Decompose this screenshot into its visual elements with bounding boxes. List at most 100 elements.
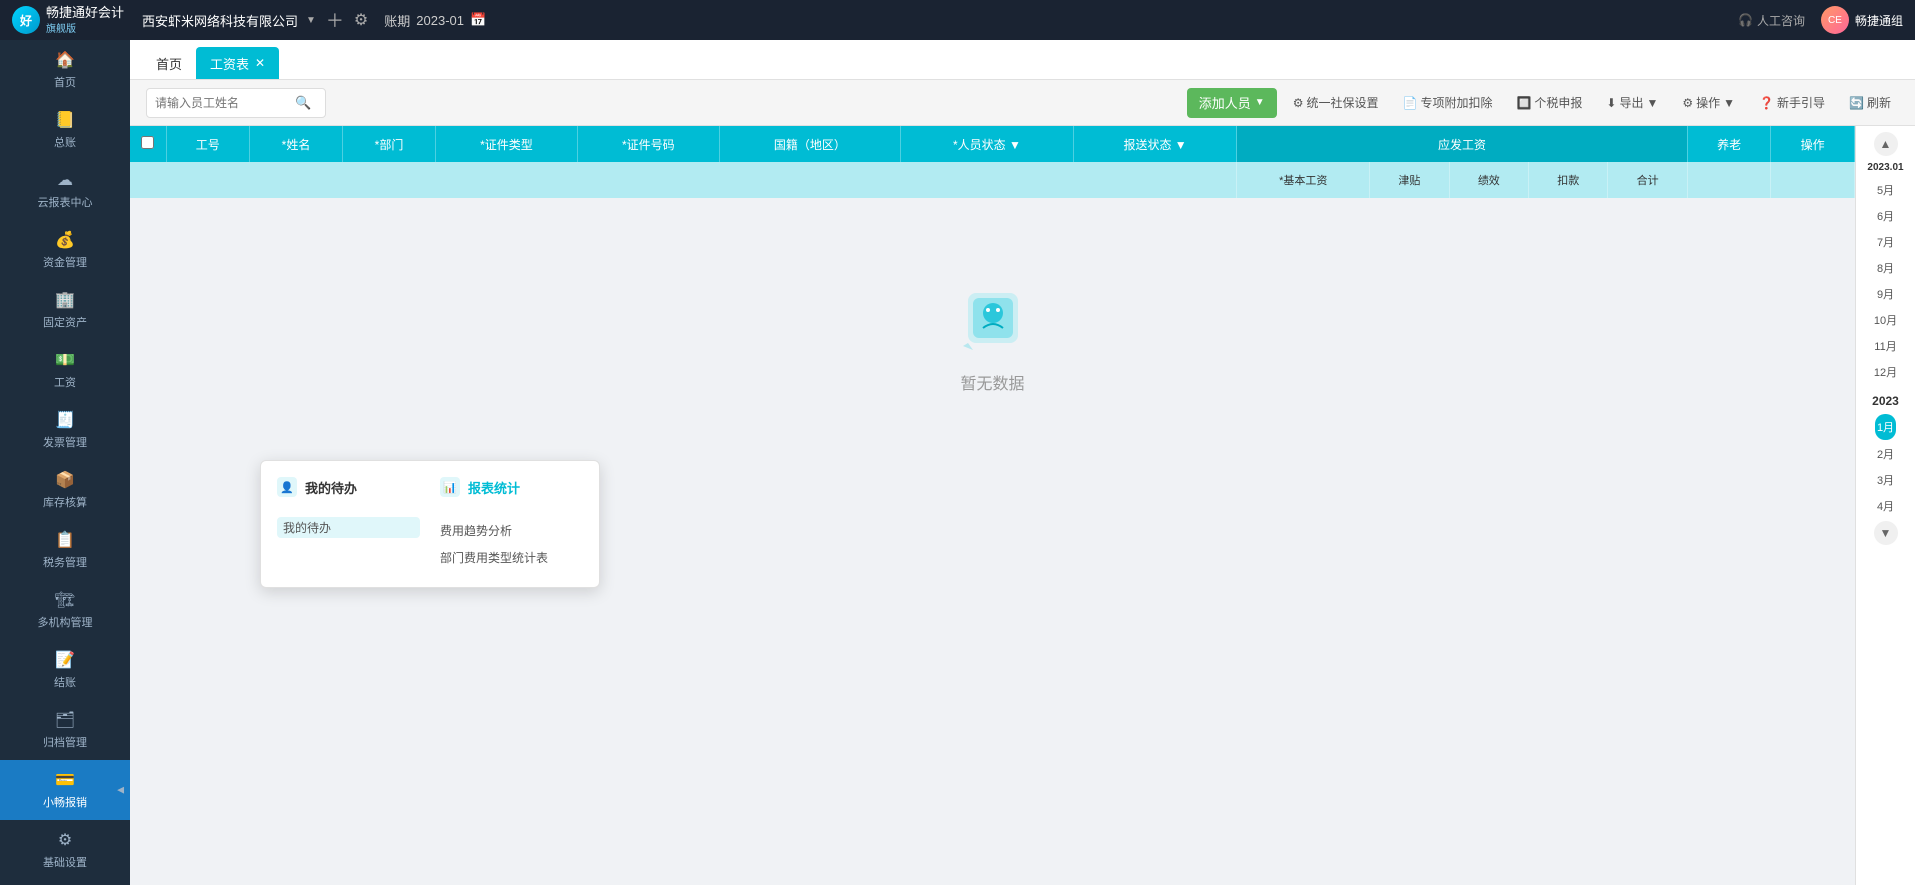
th-actions-sub	[1771, 162, 1855, 198]
logo-title: 畅捷通好会计	[46, 5, 124, 21]
th-checkbox[interactable]	[130, 126, 166, 162]
sidebar-item-tax[interactable]: 📋 税务管理	[0, 520, 130, 580]
submenu-cost-trend[interactable]: 费用趋势分析	[440, 517, 583, 544]
operations-button[interactable]: ⚙ 操作 ▼	[1674, 88, 1743, 118]
submenu-dept-cost[interactable]: 部门费用类型统计表	[440, 544, 583, 571]
special-deduction-button[interactable]: 📄 专项附加扣除	[1394, 88, 1500, 118]
sidebar-item-salary[interactable]: 💵 工资	[0, 340, 130, 400]
new-guide-button[interactable]: ❓ 新手引导	[1751, 88, 1833, 118]
th-emp-no: 工号	[166, 126, 250, 162]
period-selector[interactable]: 账期 2023-01 📅	[384, 11, 486, 30]
company-selector[interactable]: 西安虾米网络科技有限公司 ▼	[142, 11, 316, 30]
sidebar-item-xiaochang[interactable]: 💳 小畅报销 ◀	[0, 760, 130, 820]
month-12[interactable]: 12月	[1856, 359, 1915, 385]
search-input[interactable]	[155, 96, 295, 110]
th-actions: 操作	[1771, 126, 1855, 162]
customer-service-button[interactable]: 🎧 人工咨询	[1738, 12, 1805, 29]
avatar-initials: CE	[1828, 15, 1842, 26]
year-label-2023: 2023	[1856, 389, 1915, 413]
multi-org-icon: 🏗	[55, 590, 75, 610]
month-1-current[interactable]: 1月	[1875, 414, 1896, 440]
sidebar-item-ledger[interactable]: 📒 总账	[0, 100, 130, 160]
operations-label: 操作	[1696, 94, 1720, 111]
logo-subtitle: 旗舰版	[46, 20, 124, 35]
personal-tax-icon: 🔲	[1516, 96, 1531, 110]
month-11[interactable]: 11月	[1856, 333, 1915, 359]
submenu-col2-header: 📊 报表统计	[440, 477, 583, 505]
tab-close-icon[interactable]: ✕	[255, 56, 265, 70]
header-right: 🎧 人工咨询 CE 畅捷通组	[1738, 6, 1903, 34]
month-4[interactable]: 4月	[1856, 493, 1915, 519]
tab-home[interactable]: 首页	[142, 47, 196, 79]
sidebar-item-assets[interactable]: 🏢 固定资产	[0, 280, 130, 340]
sidebar-item-home[interactable]: 🏠 首页	[0, 40, 130, 100]
salary-icon: 💵	[55, 350, 75, 370]
sidebar-label-xiaochang: 小畅报销	[43, 794, 87, 810]
reports-col-icon: 📊	[440, 477, 460, 497]
user-area[interactable]: CE 畅捷通组	[1821, 6, 1903, 34]
journal-icon: 📝	[55, 650, 75, 670]
panel-scroll-down-button[interactable]: ▼	[1874, 521, 1898, 545]
submenu-col-reports: 📊 报表统计 费用趋势分析 部门费用类型统计表	[440, 477, 583, 571]
sidebar-label-invoice: 发票管理	[43, 434, 87, 450]
submenu-col2-title: 报表统计	[468, 478, 520, 497]
tab-payroll[interactable]: 工资表 ✕	[196, 47, 279, 79]
add-person-button[interactable]: 添加人员 ▼	[1187, 88, 1277, 118]
sidebar-item-journal[interactable]: 📝 结账	[0, 640, 130, 700]
sidebar-item-basic[interactable]: ⚙ 基础设置	[0, 820, 130, 880]
export-dropdown-icon: ▼	[1647, 96, 1659, 110]
month-2[interactable]: 2月	[1856, 441, 1915, 467]
month-3[interactable]: 3月	[1856, 467, 1915, 493]
tax-icon: 📋	[55, 530, 75, 550]
social-insurance-button[interactable]: ⚙ 统一社保设置	[1285, 88, 1387, 118]
assets-icon: 🏢	[55, 290, 75, 310]
user-name: 畅捷通组	[1855, 12, 1903, 29]
submenu-col1-title: 我的待办	[305, 478, 357, 497]
refresh-button[interactable]: 🔄 刷新	[1841, 88, 1899, 118]
sidebar: 🏠 首页 📒 总账 ☁ 云报表中心 💰 资金管理 🏢 固定资产 💵 工资 🧾 发…	[0, 40, 130, 885]
customer-service-label: 人工咨询	[1757, 12, 1805, 29]
th-sub-empty	[130, 162, 1237, 198]
panel-scroll-up-button[interactable]: ▲	[1874, 132, 1898, 156]
month-5[interactable]: 5月	[1856, 177, 1915, 203]
select-all-checkbox[interactable]	[141, 136, 154, 149]
export-icon: ⬇	[1606, 96, 1616, 110]
sidebar-label-assets: 固定资产	[43, 314, 87, 330]
period-display: 2023.01	[1867, 158, 1903, 177]
logo-area: 好 畅捷通好会计 旗舰版	[12, 5, 132, 36]
sidebar-item-finance[interactable]: 💰 资金管理	[0, 220, 130, 280]
month-10[interactable]: 10月	[1856, 307, 1915, 333]
sidebar-label-multi-org: 多机构管理	[38, 614, 93, 630]
sidebar-item-archive[interactable]: 🗂 归档管理	[0, 700, 130, 760]
sidebar-label-inventory: 库存核算	[43, 494, 87, 510]
home-icon: 🏠	[55, 50, 75, 70]
sidebar-item-multi-org[interactable]: 🏗 多机构管理	[0, 580, 130, 640]
refresh-icon: 🔄	[1849, 96, 1864, 110]
data-table: 工号 *姓名 *部门 *证件类型 *证件号码 国籍（地区） *人员状态 ▼ 报送…	[130, 126, 1855, 198]
search-icon: 🔍	[295, 95, 311, 111]
th-pension: 养老	[1687, 126, 1771, 162]
th-performance: 绩效	[1449, 162, 1528, 198]
submenu-col-todo: 👤 我的待办 我的待办	[277, 477, 420, 571]
submenu-my-todo[interactable]: 我的待办	[277, 517, 420, 538]
logo-text-wrap: 畅捷通好会计 旗舰版	[46, 5, 124, 36]
month-7[interactable]: 7月	[1856, 229, 1915, 255]
sidebar-item-inventory[interactable]: 📦 库存核算	[0, 460, 130, 520]
th-id-no: *证件号码	[577, 126, 719, 162]
month-8[interactable]: 8月	[1856, 255, 1915, 281]
sidebar-label-basic: 基础设置	[43, 854, 87, 870]
month-6[interactable]: 6月	[1856, 203, 1915, 229]
export-button[interactable]: ⬇ 导出 ▼	[1598, 88, 1666, 118]
th-status: *人员状态 ▼	[901, 126, 1074, 162]
table-header-row: 工号 *姓名 *部门 *证件类型 *证件号码 国籍（地区） *人员状态 ▼ 报送…	[130, 126, 1855, 162]
sidebar-item-invoice[interactable]: 🧾 发票管理	[0, 400, 130, 460]
month-9[interactable]: 9月	[1856, 281, 1915, 307]
settings-icon[interactable]: ⚙	[354, 10, 368, 30]
add-company-button[interactable]: ＋	[326, 7, 344, 33]
personal-tax-button[interactable]: 🔲 个税申报	[1508, 88, 1590, 118]
search-wrap[interactable]: 🔍	[146, 88, 326, 118]
sidebar-item-reports[interactable]: ☁ 云报表中心	[0, 160, 130, 220]
sidebar-label-archive: 归档管理	[43, 734, 87, 750]
th-base-salary: *基本工资	[1237, 162, 1370, 198]
sidebar-item-guide[interactable]: ▶ 新手引导	[0, 880, 130, 885]
